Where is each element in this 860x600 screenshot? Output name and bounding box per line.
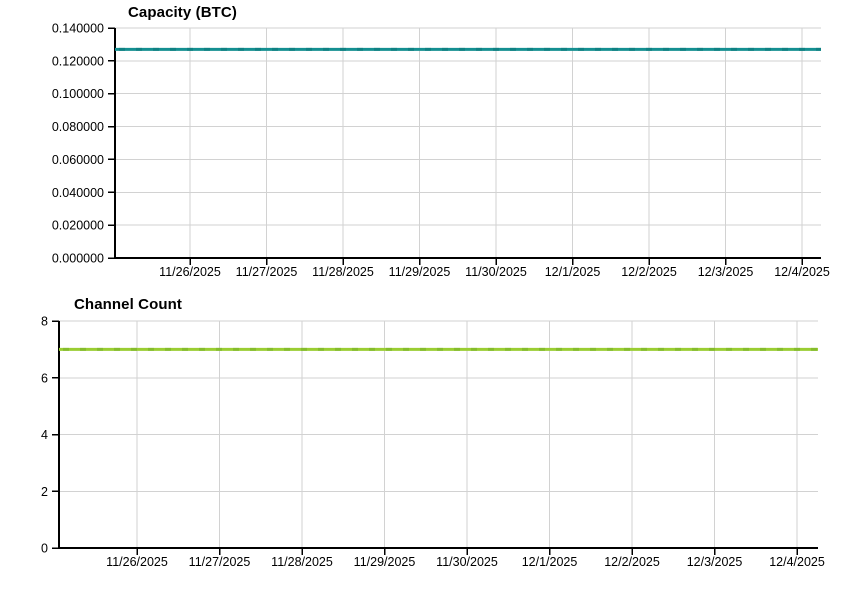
y-tick-label: 4 — [41, 428, 48, 442]
x-tick-label: 12/3/2025 — [687, 555, 743, 569]
y-tick-label: 0.060000 — [52, 153, 104, 167]
chart-area-1: 11/26/2025 11/27/2025 11/28/2025 11/29/2025… — [41, 315, 825, 570]
x-tick-label: 11/30/2025 — [465, 265, 527, 279]
x-tick-label: 11/27/2025 — [236, 265, 298, 279]
y-tick-label: 6 — [41, 371, 48, 385]
x-tick-label: 11/26/2025 — [106, 555, 168, 569]
x-tick-label: 11/29/2025 — [389, 265, 451, 279]
x-tick-label: 11/26/2025 — [159, 265, 221, 279]
x-tick-label: 11/28/2025 — [312, 265, 374, 279]
y-tick-label: 0.120000 — [52, 54, 104, 68]
y-tick-label: 0.080000 — [52, 120, 104, 134]
x-tick-label: 11/29/2025 — [354, 555, 416, 569]
y-tick-label: 0.020000 — [52, 219, 104, 233]
x-tick-label: 11/27/2025 — [189, 555, 251, 569]
channel-count-chart-title: Channel Count — [74, 296, 182, 313]
x-tick-label: 11/30/2025 — [436, 555, 498, 569]
y-tick-label: 0 — [41, 542, 48, 556]
x-tick-label: 12/3/2025 — [698, 265, 754, 279]
x-tick-label: 12/1/2025 — [545, 265, 601, 279]
y-tick-label: 8 — [41, 315, 48, 329]
x-tick-label: 12/2/2025 — [604, 555, 660, 569]
y-tick-label: 0.140000 — [52, 22, 104, 36]
dashboard-charts-panel: 11/26/2025 11/27/2025 11/28/2025 11/29/2025… — [0, 0, 860, 600]
y-tick-label: 0.100000 — [52, 87, 104, 101]
x-tick-label: 12/4/2025 — [774, 265, 830, 279]
x-tick-label: 11/28/2025 — [271, 555, 333, 569]
x-tick-label: 12/1/2025 — [522, 555, 578, 569]
y-tick-label: 0.000000 — [52, 252, 104, 266]
y-tick-label: 0.040000 — [52, 186, 104, 200]
capacity-chart-title: Capacity (BTC) — [128, 4, 237, 21]
x-tick-label: 12/4/2025 — [769, 555, 825, 569]
chart-area-0: 11/26/2025 11/27/2025 11/28/2025 11/29/2025… — [52, 22, 830, 280]
x-tick-label: 12/2/2025 — [621, 265, 677, 279]
y-tick-label: 2 — [41, 485, 48, 499]
